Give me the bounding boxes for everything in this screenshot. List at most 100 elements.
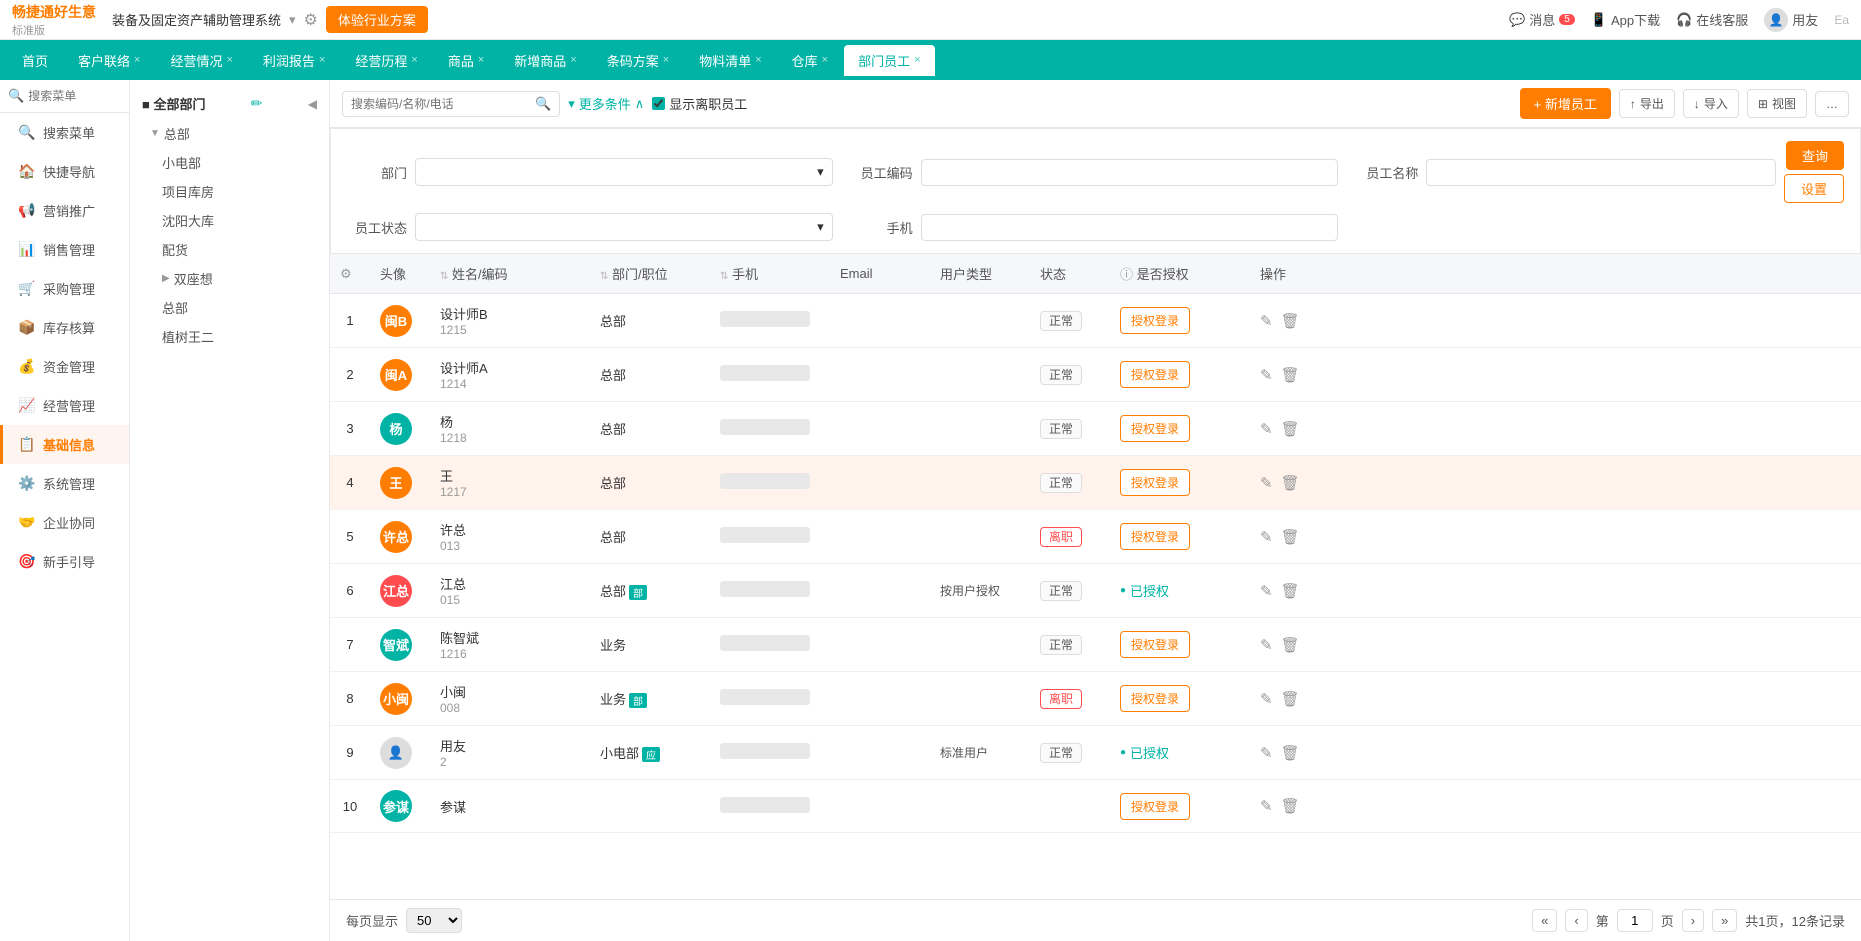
user-btn[interactable]: 👤 用友	[1764, 8, 1818, 32]
edit-icon[interactable]: ✎	[1260, 366, 1273, 384]
search-input[interactable]	[351, 97, 531, 111]
show-resigned-checkbox[interactable]	[652, 97, 665, 110]
close-icon[interactable]: ×	[570, 54, 576, 66]
auth-btn[interactable]: 授权登录	[1120, 415, 1190, 442]
delete-icon[interactable]: 🗑	[1281, 312, 1300, 330]
sidebar-item-sales[interactable]: 📊 销售管理	[0, 230, 129, 269]
employee-name-input[interactable]	[1426, 159, 1776, 186]
search-icon[interactable]: 🔍	[535, 96, 551, 112]
dept-node-head[interactable]: ▼ 总部	[130, 119, 329, 148]
last-page-btn[interactable]: »	[1712, 909, 1737, 932]
status-select[interactable]: ▾	[415, 213, 833, 241]
auth-btn[interactable]: 授权登录	[1120, 793, 1190, 820]
try-btn[interactable]: 体验行业方案	[326, 6, 428, 33]
first-page-btn[interactable]: «	[1532, 909, 1557, 932]
dept-select[interactable]: ▾	[415, 158, 833, 186]
auth-btn[interactable]: 授权登录	[1120, 361, 1190, 388]
sidebar-item-purchase[interactable]: 🛒 采购管理	[0, 269, 129, 308]
auth-btn[interactable]: 授权登录	[1120, 307, 1190, 334]
dept-node-xiaodibu[interactable]: 小电部	[130, 148, 329, 177]
close-icon[interactable]: ×	[478, 54, 484, 66]
auth-btn[interactable]: 授权登录	[1120, 631, 1190, 658]
tab-bom[interactable]: 物料清单 ×	[685, 45, 775, 76]
close-icon[interactable]: ×	[755, 54, 761, 66]
close-icon[interactable]: ×	[226, 54, 232, 66]
view-btn[interactable]: ⊞ 视图	[1747, 89, 1807, 118]
edit-icon[interactable]: ✎	[1260, 690, 1273, 708]
delete-icon[interactable]: 🗑	[1281, 636, 1300, 654]
edit-icon[interactable]: ✎	[1260, 420, 1273, 438]
dept-node-shenyang[interactable]: 沈阳大库	[130, 206, 329, 235]
page-number-input[interactable]	[1617, 909, 1653, 932]
auth-btn[interactable]: 授权登录	[1120, 523, 1190, 550]
sidebar-item-finance[interactable]: 💰 资金管理	[0, 347, 129, 386]
delete-icon[interactable]: 🗑	[1281, 474, 1300, 492]
tab-warehouse[interactable]: 仓库 ×	[778, 45, 842, 76]
col-name-code[interactable]: ⇅ 姓名/编码	[430, 254, 590, 294]
col-phone[interactable]: ⇅ 手机	[710, 254, 830, 294]
col-dept-pos[interactable]: ⇅ 部门/职位	[590, 254, 710, 294]
tab-goods[interactable]: 商品 ×	[434, 45, 498, 76]
delete-icon[interactable]: 🗑	[1281, 582, 1300, 600]
message-btn[interactable]: 💬 消息 5	[1509, 10, 1575, 29]
phone-input[interactable]	[921, 214, 1339, 241]
export-btn[interactable]: ↑ 导出	[1619, 89, 1675, 118]
edit-icon[interactable]: ✎	[1260, 744, 1273, 762]
close-icon[interactable]: ×	[411, 54, 417, 66]
sidebar-item-search[interactable]: 🔍 搜索菜单	[0, 113, 129, 152]
service-btn[interactable]: 🎧 在线客服	[1676, 10, 1748, 29]
edit-icon[interactable]: ✎	[1260, 797, 1273, 815]
edit-icon[interactable]: ✎	[1260, 528, 1273, 546]
edit-icon[interactable]: ✎	[1260, 582, 1273, 600]
sidebar-item-basic[interactable]: 📋 基础信息	[0, 425, 129, 464]
sidebar-item-nav[interactable]: 🏠 快捷导航	[0, 152, 129, 191]
more-filter-btn[interactable]: ▾ 更多条件 ∧	[568, 94, 644, 113]
delete-icon[interactable]: 🗑	[1281, 744, 1300, 762]
sidebar-item-inventory[interactable]: 📦 库存核算	[0, 308, 129, 347]
tab-process[interactable]: 经营历程 ×	[341, 45, 431, 76]
delete-icon[interactable]: 🗑	[1281, 690, 1300, 708]
show-resigned-label[interactable]: 显示离职员工	[652, 94, 747, 113]
close-icon[interactable]: ×	[663, 54, 669, 66]
import-btn[interactable]: ↓ 导入	[1683, 89, 1739, 118]
delete-icon[interactable]: 🗑	[1281, 420, 1300, 438]
add-employee-btn[interactable]: + 新增员工	[1520, 88, 1611, 119]
dept-node-shuangzuoxiang[interactable]: ▶ 双座想	[130, 264, 329, 293]
close-icon[interactable]: ×	[822, 54, 828, 66]
auth-btn[interactable]: 授权登录	[1120, 685, 1190, 712]
page-size-select[interactable]: 50 100 200	[406, 908, 462, 933]
tab-profit[interactable]: 利润报告 ×	[249, 45, 339, 76]
settings-icon[interactable]: ⚙	[340, 266, 352, 281]
dropdown-arrow-icon[interactable]: ▾	[289, 12, 296, 28]
settings-icon[interactable]: ⚙	[304, 10, 318, 30]
sidebar-search-input[interactable]	[28, 89, 121, 103]
more-btn[interactable]: …	[1815, 91, 1849, 117]
collapse-icon[interactable]: ◀	[308, 97, 317, 111]
edit-icon[interactable]: ✎	[1260, 636, 1273, 654]
sidebar-item-guide[interactable]: 🎯 新手引导	[0, 542, 129, 581]
prev-page-btn[interactable]: ‹	[1565, 909, 1587, 932]
delete-icon[interactable]: 🗑	[1281, 366, 1300, 384]
set-btn[interactable]: 设置	[1784, 174, 1844, 203]
sidebar-item-marketing[interactable]: 📢 营销推广	[0, 191, 129, 230]
next-page-btn[interactable]: ›	[1682, 909, 1704, 932]
dept-node-zongbu[interactable]: 总部	[130, 293, 329, 322]
delete-icon[interactable]: 🗑	[1281, 528, 1300, 546]
tab-operation[interactable]: 经营情况 ×	[156, 45, 246, 76]
tab-barcode[interactable]: 条码方案 ×	[593, 45, 683, 76]
auth-btn[interactable]: 授权登录	[1120, 469, 1190, 496]
tab-employees[interactable]: 部门员工 ×	[844, 45, 934, 76]
tab-home[interactable]: 首页	[8, 45, 62, 76]
sidebar-item-collab[interactable]: 🤝 企业协同	[0, 503, 129, 542]
dept-node-peihuo[interactable]: 配货	[130, 235, 329, 264]
sidebar-item-biz[interactable]: 📈 经营管理	[0, 386, 129, 425]
employee-code-input[interactable]	[921, 159, 1339, 186]
close-icon[interactable]: ×	[914, 54, 920, 66]
edit-dept-icon[interactable]: ✏	[251, 95, 263, 112]
tab-new-goods[interactable]: 新增商品 ×	[500, 45, 590, 76]
delete-icon[interactable]: 🗑	[1281, 797, 1300, 815]
dept-node-zhishu[interactable]: 植树王二	[130, 322, 329, 351]
app-download-btn[interactable]: 📱 App下载	[1591, 10, 1660, 29]
sidebar-item-system[interactable]: ⚙️ 系统管理	[0, 464, 129, 503]
close-icon[interactable]: ×	[319, 54, 325, 66]
